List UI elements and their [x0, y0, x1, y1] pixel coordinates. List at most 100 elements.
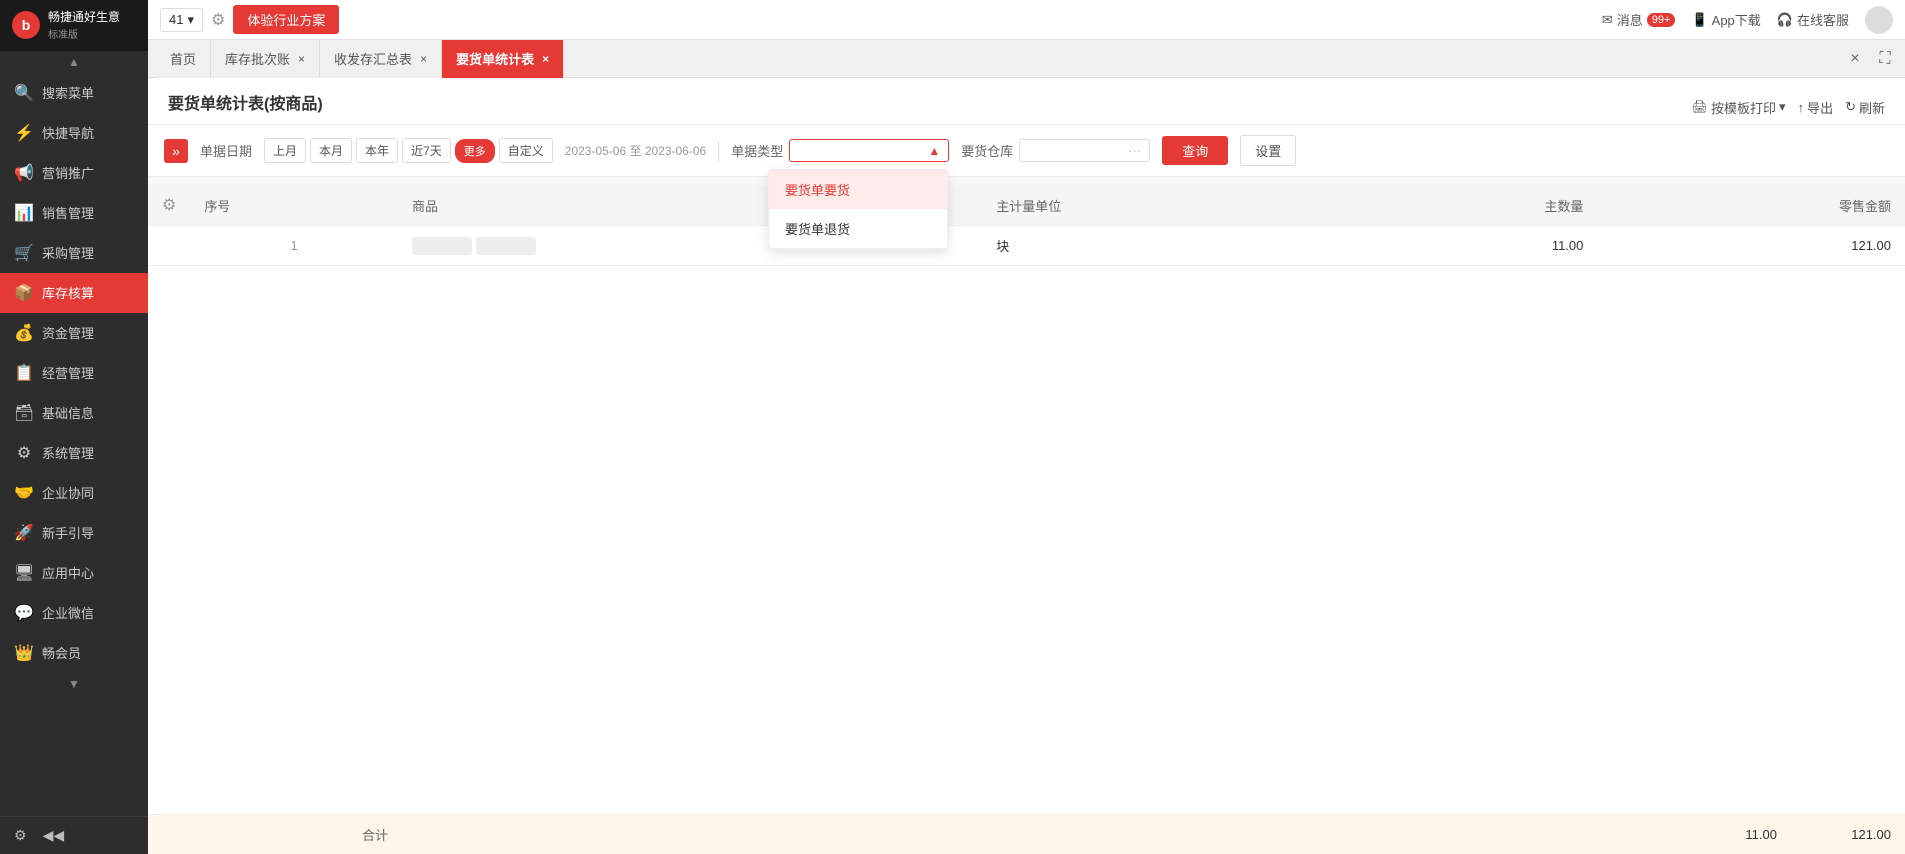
purchase-icon: 🛒 [14, 243, 34, 263]
sidebar-scroll-down[interactable]: ▼ [0, 673, 148, 695]
tab-receive-summary-close[interactable]: × [420, 52, 427, 66]
sidebar-item-label: 系统管理 [42, 443, 94, 462]
tab-expand-btn[interactable]: ⛶ [1873, 47, 1897, 71]
sidebar-collapse-icon[interactable]: ◀◀ [43, 827, 65, 844]
type-select[interactable]: ▲ [789, 139, 949, 162]
topbar-select-chevron: ▾ [187, 12, 194, 28]
tab-inventory-batch[interactable]: 库存批次账 × [211, 40, 320, 78]
sidebar-item-guide[interactable]: 🚀 新手引导 [0, 513, 148, 553]
messages-btn[interactable]: ✉ 消息 99+ [1602, 10, 1676, 29]
marketing-icon: 📢 [14, 163, 34, 183]
sidebar-item-operations[interactable]: 📋 经营管理 [0, 353, 148, 393]
sidebar-item-enterprise[interactable]: 🤝 企业协同 [0, 473, 148, 513]
sidebar-item-label: 库存核算 [42, 283, 94, 302]
sidebar-item-label: 应用中心 [42, 563, 94, 582]
product-name-2 [476, 237, 536, 255]
topbar-select[interactable]: 41 ▾ [160, 8, 203, 32]
tab-inventory-batch-close[interactable]: × [298, 52, 305, 66]
trial-button[interactable]: 体验行业方案 [233, 5, 339, 34]
date-btn-last-7[interactable]: 近7天 [402, 138, 451, 163]
tab-receive-summary[interactable]: 收发存汇总表 × [320, 40, 442, 78]
messages-badge: 99+ [1647, 13, 1676, 27]
user-avatar-btn[interactable] [1865, 6, 1893, 34]
warehouse-placeholder [1028, 143, 1128, 158]
warehouse-more-btn[interactable]: ··· [1128, 143, 1141, 158]
print-btn[interactable]: 🖨 按模板打印 ▾ [1692, 98, 1786, 117]
sidebar: b 畅捷通好生意 标准版 ▲ 🔍 搜索菜单 ⚡ 快捷导航 📢 营销推广 📊 销售… [0, 0, 148, 854]
sidebar-item-label: 企业协同 [42, 483, 94, 502]
sidebar-item-app-center[interactable]: 🖥 应用中心 [0, 553, 148, 593]
topbar-select-value: 41 [169, 12, 183, 27]
print-chevron: ▾ [1779, 99, 1786, 115]
refresh-btn[interactable]: ↻ 刷新 [1845, 98, 1885, 117]
date-btn-this-year[interactable]: 本年 [356, 138, 398, 163]
date-btn-last-month[interactable]: 上月 [264, 138, 306, 163]
topbar-left: 41 ▾ ⚙ 体验行业方案 [160, 5, 1592, 34]
tab-bar: 首页 库存批次账 × 收发存汇总表 × 要货单统计表 × × ⛶ [148, 40, 1905, 78]
tab-bar-right: × ⛶ [1843, 47, 1897, 71]
sidebar-item-label: 基础信息 [42, 403, 94, 422]
date-btn-this-month[interactable]: 本月 [310, 138, 352, 163]
export-btn[interactable]: ↑ 导出 [1798, 98, 1834, 117]
page-content: 要货单统计表(按商品) 🖨 按模板打印 ▾ ↑ 导出 ↻ 刷新 [148, 78, 1905, 854]
finance-icon: 💰 [14, 323, 34, 343]
sidebar-item-label: 快捷导航 [42, 123, 94, 142]
date-btn-more[interactable]: 更多 [455, 139, 495, 163]
sidebar-item-finance[interactable]: 💰 资金管理 [0, 313, 148, 353]
member-icon: 👑 [14, 643, 34, 663]
date-range-display: 2023-05-06 至 2023-06-06 [565, 142, 706, 159]
operations-icon: 📋 [14, 363, 34, 383]
export-label: 导出 [1807, 98, 1833, 117]
date-btn-custom[interactable]: 自定义 [499, 138, 553, 163]
td-quantity: 11.00 [1340, 226, 1598, 266]
sidebar-items: ▲ 🔍 搜索菜单 ⚡ 快捷导航 📢 营销推广 📊 销售管理 🛒 采购管理 📦 库… [0, 51, 148, 816]
dropdown-item-request-return[interactable]: 要货单退货 [769, 209, 947, 248]
sidebar-item-system[interactable]: ⚙ 系统管理 [0, 433, 148, 473]
sidebar-item-basic-info[interactable]: 🗃 基础信息 [0, 393, 148, 433]
wechat-icon: 💬 [14, 603, 34, 623]
query-button[interactable]: 查询 [1162, 136, 1228, 165]
col-unit: 主计量单位 [982, 185, 1340, 226]
sidebar-item-label: 经营管理 [42, 363, 94, 382]
page-header-actions: 🖨 按模板打印 ▾ ↑ 导出 ↻ 刷新 [1692, 98, 1886, 117]
table-settings-icon[interactable]: ⚙ [162, 197, 176, 214]
tab-request-summary-label: 要货单统计表 [456, 49, 534, 68]
sidebar-item-sales[interactable]: 📊 销售管理 [0, 193, 148, 233]
tab-close-all-btn[interactable]: × [1843, 47, 1867, 71]
filter-type-group: 单据类型 ▲ [731, 139, 949, 162]
type-dropdown: 要货单要货 要货单退货 [768, 169, 948, 249]
refresh-icon: ↻ [1845, 99, 1856, 115]
sidebar-item-search[interactable]: 🔍 搜索菜单 [0, 73, 148, 113]
type-label: 单据类型 [731, 141, 783, 160]
online-service-btn[interactable]: 🎧 在线客服 [1777, 10, 1849, 29]
td-unit: 块 [982, 226, 1340, 266]
date-label: 单据日期 [200, 141, 252, 160]
total-amount: 121.00 [1791, 827, 1891, 842]
page-title: 要货单统计表(按商品) [168, 90, 323, 124]
table-row: 1 块 11.00 121.00 [148, 226, 1905, 266]
settings-button[interactable]: 设置 [1240, 135, 1296, 166]
tab-request-summary[interactable]: 要货单统计表 × [442, 40, 564, 78]
sidebar-item-marketing[interactable]: 📢 营销推广 [0, 153, 148, 193]
sidebar-item-inventory[interactable]: 📦 库存核算 [0, 273, 148, 313]
messages-icon: ✉ [1602, 12, 1613, 28]
system-icon: ⚙ [14, 443, 34, 463]
dropdown-item-request-order[interactable]: 要货单要货 [769, 170, 947, 209]
export-icon: ↑ [1798, 100, 1805, 115]
sidebar-item-wechat[interactable]: 💬 企业微信 [0, 593, 148, 633]
col-settings[interactable]: ⚙ [148, 185, 190, 226]
app-download-btn[interactable]: 📱 App下载 [1691, 10, 1760, 29]
sidebar-item-quick-nav[interactable]: ⚡ 快捷导航 [0, 113, 148, 153]
topbar-gear-icon[interactable]: ⚙ [211, 10, 225, 30]
filter-expand-btn[interactable]: » [164, 139, 188, 163]
sidebar-item-member[interactable]: 👑 畅会员 [0, 633, 148, 673]
enterprise-icon: 🤝 [14, 483, 34, 503]
sidebar-settings-icon[interactable]: ⚙ [14, 827, 27, 844]
main-area: 41 ▾ ⚙ 体验行业方案 ✉ 消息 99+ 📱 App下载 🎧 在线客服 [148, 0, 1905, 854]
sidebar-scroll-up[interactable]: ▲ [0, 51, 148, 73]
tab-request-summary-close[interactable]: × [542, 52, 549, 66]
sidebar-item-purchase[interactable]: 🛒 采购管理 [0, 233, 148, 273]
tab-home[interactable]: 首页 [156, 40, 211, 78]
warehouse-select[interactable]: ··· [1019, 139, 1150, 162]
type-select-chevron-up: ▲ [928, 144, 940, 158]
